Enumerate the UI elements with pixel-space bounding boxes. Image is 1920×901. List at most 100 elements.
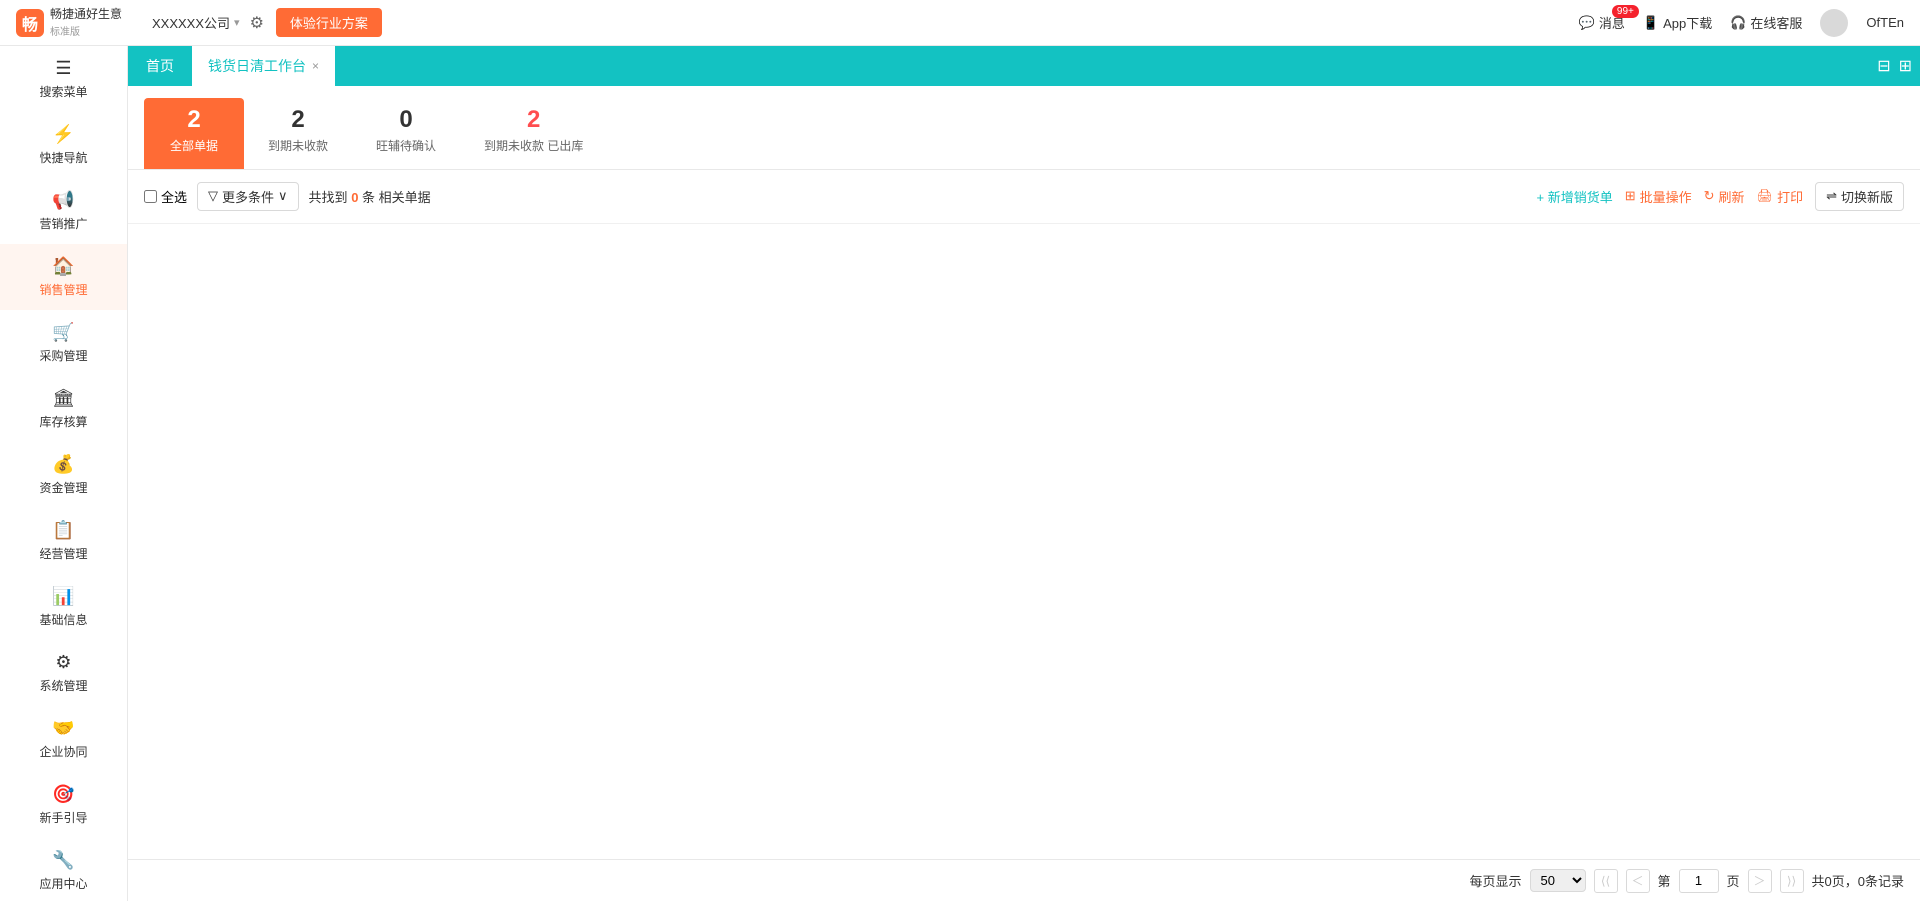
content-area: 2 全部单据 2 到期未收款 0 旺辅待确认 2 到期未收款 已出库 全选	[128, 86, 1920, 901]
filter-label: 更多条件	[222, 187, 274, 206]
sidebar-label-system: 系统管理	[39, 677, 87, 694]
sidebar-label-inventory: 库存核算	[39, 413, 87, 430]
sidebar-item-marketing[interactable]: 📢 营销推广	[0, 178, 127, 244]
sidebar-item-sales[interactable]: 🏠 销售管理	[0, 244, 127, 310]
sidebar-label-appcenter: 应用中心	[39, 875, 87, 892]
stat-label-overdue: 到期未收款	[268, 137, 328, 154]
guide-icon: 🎯	[52, 784, 74, 805]
phone-icon: 📱	[1643, 15, 1659, 31]
filter-chevron-icon: ∨	[278, 188, 288, 204]
service-label: 在线客服	[1750, 13, 1802, 32]
stat-label-all: 全部单据	[170, 137, 218, 154]
switch-version-button[interactable]: ⇌ 切换新版	[1815, 182, 1904, 211]
found-count: 0	[351, 190, 358, 205]
avatar[interactable]	[1820, 9, 1848, 37]
tab-label: 钱货日清工作台	[208, 56, 306, 76]
page-input[interactable]	[1679, 869, 1719, 893]
sidebar-label-sales: 销售管理	[39, 281, 87, 298]
company-selector[interactable]: XXXXXX公司 ▾	[152, 13, 240, 32]
online-service-button[interactable]: 🎧 在线客服	[1730, 13, 1802, 32]
sidebar-item-quicknav[interactable]: ⚡ 快捷导航	[0, 112, 127, 178]
select-all-input[interactable]	[144, 190, 157, 203]
toolbar-right: + 新增销货单 ⊞ 批量操作 ↻ 刷新 🖨 打印 ⇌ 切换新版	[1536, 182, 1904, 211]
select-all-checkbox[interactable]: 全选	[144, 187, 187, 206]
stat-count-shipped: 2	[527, 106, 540, 135]
sidebar-label-quicknav: 快捷导航	[39, 149, 87, 166]
expand-icon[interactable]: ⊞	[1899, 56, 1912, 76]
stat-tab-all[interactable]: 2 全部单据	[144, 98, 244, 169]
sidebar-item-search[interactable]: ☰ 搜索菜单	[0, 46, 127, 112]
print-button[interactable]: 🖨 打印	[1757, 187, 1804, 206]
first-page-button[interactable]: ⟨⟨	[1594, 869, 1618, 893]
batch-icon: ⊞	[1625, 188, 1636, 204]
sidebar-label-search: 搜索菜单	[39, 83, 87, 100]
refresh-label: 刷新	[1719, 187, 1745, 206]
found-text: 共找到 0 条 相关单据	[309, 187, 431, 206]
topbar: 畅 畅捷通好生意 标准版 XXXXXX公司 ▾ ⚙ 体验行业方案 💬 消息 99…	[0, 0, 1920, 46]
sidebar-item-finance[interactable]: 💰 资金管理	[0, 442, 127, 508]
next-page-button[interactable]: ＞	[1748, 869, 1772, 893]
sidebar-item-operation[interactable]: 📋 经营管理	[0, 508, 127, 574]
stats-tabs: 2 全部单据 2 到期未收款 0 旺辅待确认 2 到期未收款 已出库	[128, 86, 1920, 170]
stat-label-shipped: 到期未收款 已出库	[484, 137, 583, 154]
app-download-button[interactable]: 📱 App下载	[1643, 13, 1712, 32]
page-summary: 共0页，0条记录	[1812, 871, 1904, 890]
sidebar-item-appcenter[interactable]: 🔧 应用中心	[0, 838, 127, 901]
message-button[interactable]: 💬 消息 99+	[1579, 13, 1625, 32]
settings-icon[interactable]: ⚙	[250, 13, 264, 33]
stat-count-overdue: 2	[291, 106, 304, 135]
tab-home[interactable]: 首页	[128, 46, 192, 86]
batch-label: 批量操作	[1640, 187, 1692, 206]
sidebar-item-purchase[interactable]: 🛒 采购管理	[0, 310, 127, 376]
logo-text: 畅捷通好生意	[50, 7, 122, 23]
sidebar-item-guide[interactable]: 🎯 新手引导	[0, 772, 127, 838]
stat-tab-shipped[interactable]: 2 到期未收款 已出库	[460, 98, 607, 169]
filter-icon: ▽	[208, 188, 218, 204]
sidebar-item-corp[interactable]: 🤝 企业协同	[0, 706, 127, 772]
minimize-icon[interactable]: ⊟	[1877, 56, 1890, 76]
topbar-right: 💬 消息 99+ 📱 App下载 🎧 在线客服 OfTEn	[1579, 9, 1904, 37]
refresh-icon: ↻	[1704, 188, 1715, 204]
batch-operation-button[interactable]: ⊞ 批量操作	[1625, 187, 1692, 206]
sidebar-label-corp: 企业协同	[39, 743, 87, 760]
corp-icon: 🤝	[52, 718, 74, 739]
sales-icon: 🏠	[52, 256, 74, 277]
switch-label: 切换新版	[1841, 187, 1893, 206]
search-menu-icon: ☰	[55, 58, 71, 79]
stat-tab-overdue[interactable]: 2 到期未收款	[244, 98, 352, 169]
prev-page-button[interactable]: ＜	[1626, 869, 1650, 893]
sidebar-item-base[interactable]: 📊 基础信息	[0, 574, 127, 640]
stat-tab-wangfu[interactable]: 0 旺辅待确认	[352, 98, 460, 169]
logo: 畅 畅捷通好生意 标准版	[16, 7, 144, 38]
quicknav-icon: ⚡	[52, 124, 74, 145]
sidebar-item-system[interactable]: ⚙ 系统管理	[0, 640, 127, 706]
username[interactable]: OfTEn	[1866, 15, 1904, 30]
operation-icon: 📋	[52, 520, 74, 541]
company-name: XXXXXX公司	[152, 13, 230, 32]
marketing-icon: 📢	[52, 190, 74, 211]
sidebar-item-inventory[interactable]: 🏛 库存核算	[0, 376, 127, 442]
sidebar-label-guide: 新手引导	[39, 809, 87, 826]
app-label: App下载	[1663, 13, 1712, 32]
empty-content	[128, 224, 1920, 624]
message-icon: 💬	[1579, 15, 1595, 31]
per-page-select[interactable]: 50 100 200	[1530, 869, 1586, 892]
stat-label-wangfu: 旺辅待确认	[376, 137, 436, 154]
refresh-button[interactable]: ↻ 刷新	[1704, 187, 1745, 206]
page-label-end: 页	[1727, 871, 1740, 890]
tab-navigation: 首页 钱货日清工作台 × ⊟ ⊞	[128, 46, 1920, 86]
filter-button[interactable]: ▽ 更多条件 ∨	[197, 182, 299, 211]
pagination-bar: 每页显示 50 100 200 ⟨⟨ ＜ 第 页 ＞ ⟩⟩ 共0页，0条记录	[128, 859, 1920, 901]
experience-button[interactable]: 体验行业方案	[276, 8, 382, 37]
stat-count-wangfu: 0	[399, 106, 412, 135]
tabnav-actions: ⊟ ⊞	[1877, 56, 1920, 76]
tab-qhrc[interactable]: 钱货日清工作台 ×	[192, 46, 335, 86]
last-page-button[interactable]: ⟩⟩	[1780, 869, 1804, 893]
tab-close-icon[interactable]: ×	[312, 59, 319, 73]
page-label: 第	[1658, 871, 1671, 890]
select-all-label: 全选	[161, 187, 187, 206]
new-sales-order-button[interactable]: + 新增销货单	[1536, 187, 1612, 206]
base-icon: 📊	[52, 586, 74, 607]
sidebar-label-marketing: 营销推广	[39, 215, 87, 232]
main-content: 2 全部单据 2 到期未收款 0 旺辅待确认 2 到期未收款 已出库 全选	[128, 86, 1920, 901]
